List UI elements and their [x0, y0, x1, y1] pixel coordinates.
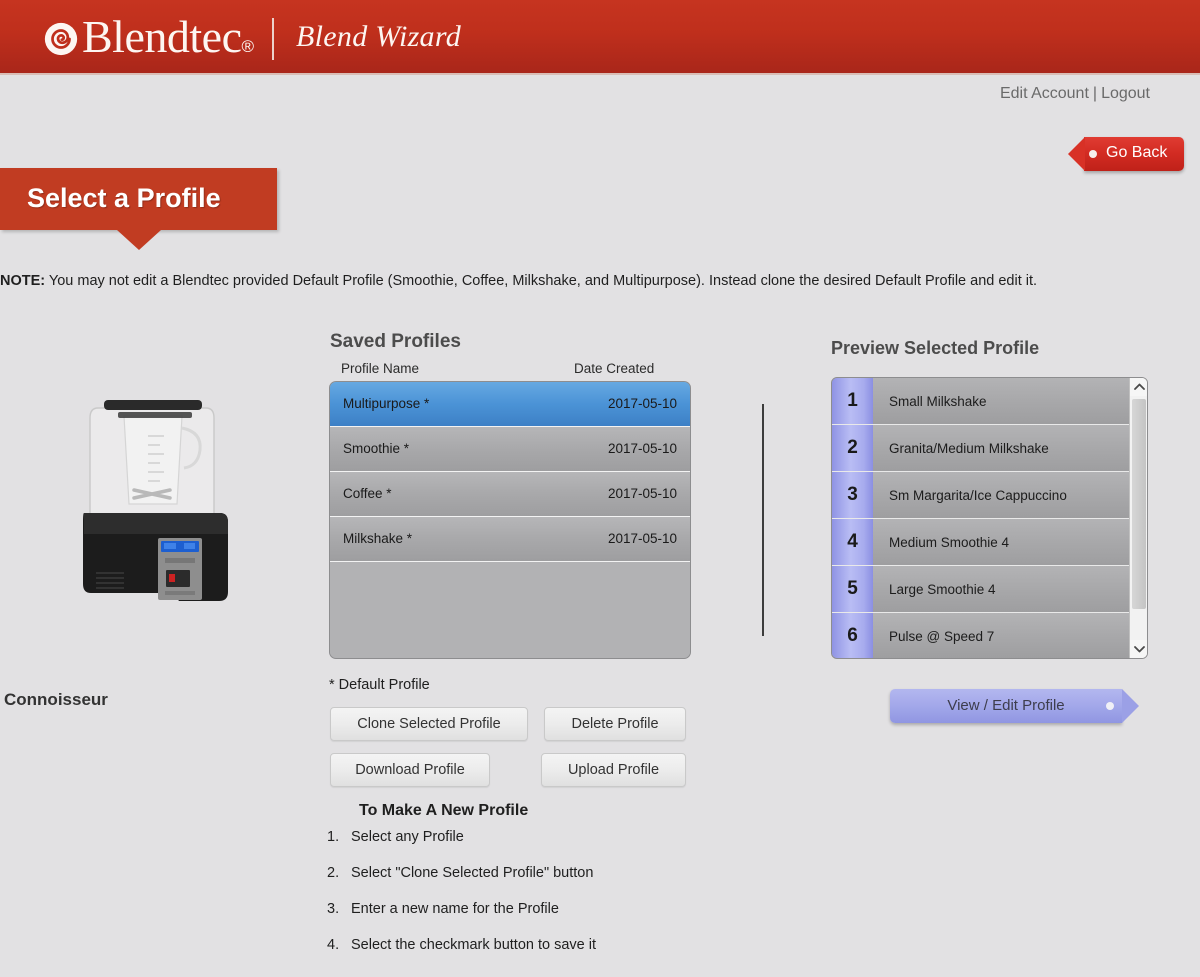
brand-subtitle: Blend Wizard	[296, 19, 462, 53]
page-title-notch	[117, 230, 161, 250]
column-header-date-created: Date Created	[574, 361, 655, 376]
preview-scrollbar-thumb[interactable]	[1132, 399, 1146, 609]
logout-link[interactable]: Logout	[1101, 85, 1150, 102]
view-edit-profile-button[interactable]: View / Edit Profile	[890, 689, 1139, 723]
preview-step-label: Pulse @ Speed 7	[873, 613, 1129, 658]
column-header-profile-name: Profile Name	[341, 361, 420, 376]
instruction-step: 2. Select "Clone Selected Profile" butto…	[327, 865, 596, 901]
product-name: Connoisseur	[4, 690, 108, 709]
go-back-label: Go Back	[1106, 144, 1168, 161]
instruction-text: Select any Profile	[351, 829, 464, 845]
brand-name: Blendtec	[82, 10, 242, 62]
instruction-number: 4.	[327, 937, 340, 953]
edit-account-link[interactable]: Edit Account	[1000, 85, 1089, 102]
preview-row-1[interactable]: 1 Small Milkshake	[832, 378, 1129, 425]
go-back-tag-point	[1068, 137, 1085, 171]
brand-registered-mark: ®	[241, 36, 255, 56]
download-profile-button[interactable]: Download Profile	[330, 753, 490, 787]
preview-row-6[interactable]: 6 Pulse @ Speed 7	[832, 613, 1129, 658]
account-link-separator: |	[1092, 85, 1098, 102]
profile-row-multipurpose[interactable]: Multipurpose * 2017-05-10	[330, 382, 690, 427]
view-edit-tag-point	[1122, 689, 1139, 723]
page-title-banner: Select a Profile	[0, 168, 277, 230]
go-back-button[interactable]: Go Back	[1068, 137, 1184, 171]
preview-row-3[interactable]: 3 Sm Margarita/Ice Cappuccino	[832, 472, 1129, 519]
preview-scrollbar[interactable]	[1129, 378, 1147, 658]
instruction-number: 2.	[327, 865, 340, 881]
clone-selected-profile-button[interactable]: Clone Selected Profile	[330, 707, 528, 741]
profile-name: Multipurpose *	[343, 396, 430, 411]
instruction-text: Select "Clone Selected Profile" button	[351, 865, 594, 881]
preview-step-number: 2	[832, 425, 873, 471]
preview-step-number: 6	[832, 613, 873, 658]
instruction-text: Select the checkmark button to save it	[351, 937, 597, 953]
saved-profiles-list[interactable]: Multipurpose * 2017-05-10 Smoothie * 201…	[329, 381, 691, 659]
account-links: Edit Account | Logout	[1000, 85, 1150, 103]
delete-profile-button[interactable]: Delete Profile	[544, 707, 686, 741]
instructions-list: 1. Select any Profile 2. Select "Clone S…	[327, 829, 596, 973]
instruction-number: 3.	[327, 901, 340, 917]
upload-profile-button[interactable]: Upload Profile	[541, 753, 686, 787]
preview-step-label: Granita/Medium Milkshake	[873, 425, 1129, 471]
saved-profiles-heading: Saved Profiles	[330, 331, 461, 352]
preview-step-label: Medium Smoothie 4	[873, 519, 1129, 565]
chevron-down-icon[interactable]	[1130, 640, 1147, 658]
saved-profiles-empty-area	[330, 562, 690, 654]
chevron-up-icon[interactable]	[1130, 378, 1147, 396]
default-profile-footnote: * Default Profile	[329, 677, 430, 693]
preview-step-number: 4	[832, 519, 873, 565]
blender-product-image	[83, 400, 228, 601]
brand-divider	[272, 17, 275, 60]
profile-row-milkshake[interactable]: Milkshake * 2017-05-10	[330, 517, 690, 562]
instruction-step: 1. Select any Profile	[327, 829, 596, 865]
note-label: NOTE:	[0, 273, 46, 289]
preview-step-label: Sm Margarita/Ice Cappuccino	[873, 472, 1129, 518]
preview-profile-list[interactable]: 1 Small Milkshake 2 Granita/Medium Milks…	[831, 377, 1148, 659]
preview-selected-profile-heading: Preview Selected Profile	[831, 338, 1040, 358]
view-edit-label: View / Edit Profile	[947, 697, 1065, 714]
profile-date: 2017-05-10	[607, 441, 677, 456]
instruction-number: 1.	[327, 829, 340, 845]
profile-row-coffee[interactable]: Coffee * 2017-05-10	[330, 472, 690, 517]
preview-rows: 1 Small Milkshake 2 Granita/Medium Milks…	[832, 378, 1129, 658]
profile-date: 2017-05-10	[607, 531, 677, 546]
blendtec-spiral-logo-icon	[44, 22, 78, 55]
instruction-step: 3. Enter a new name for the Profile	[327, 901, 596, 937]
preview-step-label: Large Smoothie 4	[873, 566, 1129, 612]
preview-step-number: 5	[832, 566, 873, 612]
preview-step-label: Small Milkshake	[873, 378, 1129, 424]
note-text: NOTE: You may not edit a Blendtec provid…	[0, 270, 1200, 292]
profile-row-smoothie[interactable]: Smoothie * 2017-05-10	[330, 427, 690, 472]
profile-name: Milkshake *	[343, 531, 413, 546]
preview-row-5[interactable]: 5 Large Smoothie 4	[832, 566, 1129, 613]
panel-divider	[762, 404, 764, 636]
profile-name: Smoothie *	[343, 441, 410, 456]
instruction-text: Enter a new name for the Profile	[351, 901, 559, 917]
preview-row-4[interactable]: 4 Medium Smoothie 4	[832, 519, 1129, 566]
brand-logo: Blendtec ®	[44, 10, 255, 62]
instruction-step: 4. Select the checkmark button to save i…	[327, 937, 596, 973]
brand-block: Blendtec ® Blend Wizard	[44, 10, 462, 62]
instructions-title: To Make A New Profile	[359, 802, 529, 819]
preview-row-2[interactable]: 2 Granita/Medium Milkshake	[832, 425, 1129, 472]
note-body: You may not edit a Blendtec provided Def…	[45, 273, 1038, 289]
profile-date: 2017-05-10	[607, 396, 677, 411]
preview-step-number: 1	[832, 378, 873, 424]
app-header: Blendtec ® Blend Wizard	[0, 0, 1200, 75]
profile-name: Coffee *	[343, 486, 392, 501]
go-back-tag-hole-icon	[1089, 150, 1097, 158]
profile-date: 2017-05-10	[607, 486, 677, 501]
preview-step-number: 3	[832, 472, 873, 518]
page-title: Select a Profile	[27, 183, 221, 213]
